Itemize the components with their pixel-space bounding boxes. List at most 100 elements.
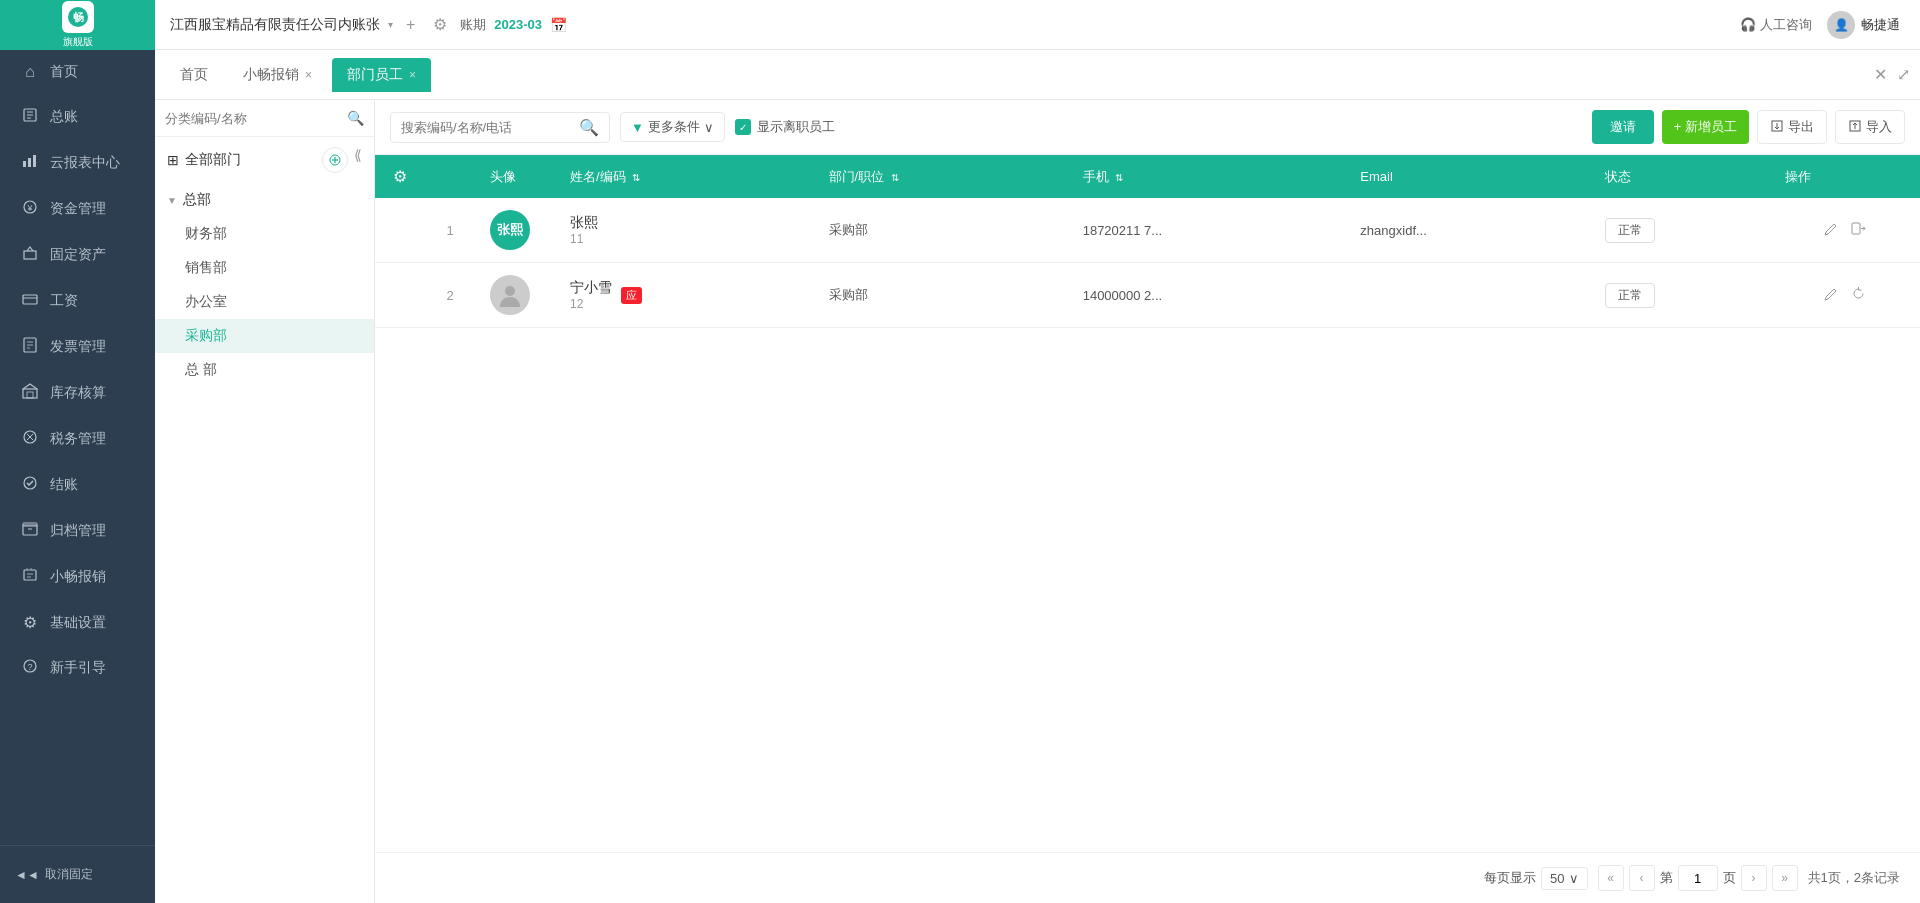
archive-icon [20,521,40,541]
last-page-btn[interactable]: » [1772,865,1798,891]
calendar-icon[interactable]: 📅 [550,17,567,33]
sidebar-item-settings[interactable]: ⚙ 基础设置 [0,600,155,645]
col-dept[interactable]: 部门/职位 ⇅ [814,155,1068,198]
filter-btn[interactable]: ▼ 更多条件 ∨ [620,112,725,142]
row1-dept: 采购部 [814,198,1068,263]
first-page-icon: « [1607,871,1614,885]
tab-home-label: 首页 [180,66,208,84]
row1-avatar-cell: 张熙 [475,198,555,263]
dept-node-purchase[interactable]: 采购部 [155,319,374,353]
col-phone[interactable]: 手机 ⇅ [1068,155,1346,198]
sidebar-label-archive: 归档管理 [50,522,106,540]
user-area[interactable]: 👤 畅捷通 [1827,11,1900,39]
dept-node-sales[interactable]: 销售部 [155,251,374,285]
col-email: Email [1345,155,1590,198]
prev-page-icon: ‹ [1640,871,1644,885]
tab-close-btn[interactable]: ✕ [1874,65,1887,84]
add-company-btn[interactable]: + [401,16,420,34]
support-btn[interactable]: 🎧 人工咨询 [1740,16,1812,34]
add-dept-btn[interactable] [322,147,348,173]
company-area: 江西服宝精品有限责任公司内账张 ▾ + ⚙ 账期 2023-03 📅 [155,15,582,34]
tab-department-label: 部门员工 [347,66,403,84]
dept-collapse-btn[interactable]: ⟪ [354,147,362,173]
sidebar-bottom: ◄◄ 取消固定 [0,845,155,903]
sidebar-item-ledger[interactable]: 总账 [0,94,155,140]
next-page-btn[interactable]: › [1741,865,1767,891]
sidebar-label-home: 首页 [50,63,78,81]
row1-edit-btn[interactable] [1824,221,1839,239]
row2-status: 正常 [1590,263,1770,328]
dept-node-general[interactable]: ▼ 总部 [155,183,374,217]
page-size-box[interactable]: 50 ∨ [1541,867,1587,890]
sidebar-item-reports[interactable]: 云报表中心 [0,140,155,186]
all-dept-label[interactable]: ⊞ 全部部门 [167,151,241,169]
row2-name-cell: 宁小雪 12 应 [555,263,814,328]
col-avatar: 头像 [475,155,555,198]
row1-logout-btn[interactable] [1851,221,1866,239]
sidebar-item-checkout[interactable]: 结账 [0,462,155,508]
dept-node-general2[interactable]: 总 部 [155,353,374,387]
table-row: 1 张熙 张熙 11 [375,198,1920,263]
company-name: 江西服宝精品有限责任公司内账张 [170,16,380,34]
sidebar-item-funds[interactable]: ¥ 资金管理 [0,186,155,232]
invite-btn[interactable]: 邀请 [1592,110,1654,144]
pin-icon: ◄◄ [15,868,39,882]
sidebar-item-invoice[interactable]: 发票管理 [0,324,155,370]
row2-actions [1770,263,1920,328]
company-settings-btn[interactable]: ⚙ [428,15,452,34]
sidebar-item-inventory[interactable]: 库存核算 [0,370,155,416]
first-page-btn[interactable]: « [1598,865,1624,891]
dept-search-icon[interactable]: 🔍 [347,110,364,126]
sidebar-item-expense[interactable]: 小畅报销 [0,554,155,600]
show-resigned-wrap: ✓ 显示离职员工 [735,118,835,136]
prev-page-btn[interactable]: ‹ [1629,865,1655,891]
table-settings-gear-icon[interactable]: ⚙ [393,168,407,185]
export-btn[interactable]: 导出 [1757,110,1827,144]
dept-node-office[interactable]: 办公室 [155,285,374,319]
top-right: 🎧 人工咨询 👤 畅捷通 [1740,11,1920,39]
emp-search-input[interactable] [401,120,579,135]
row2-refresh-btn[interactable] [1851,286,1866,304]
sidebar-item-salary[interactable]: 工资 [0,278,155,324]
sidebar-item-assets[interactable]: 固定资产 [0,232,155,278]
row2-edit-btn[interactable] [1824,286,1839,304]
svg-rect-12 [23,295,37,304]
tab-department[interactable]: 部门员工 × [332,58,431,92]
col-status: 状态 [1590,155,1770,198]
employee-panel: 🔍 ▼ 更多条件 ∨ ✓ 显示离职员工 邀请 + 新增员工 [375,100,1920,903]
col-settings[interactable]: ⚙ [375,155,425,198]
import-label: 导入 [1866,118,1892,136]
col-name[interactable]: 姓名/编码 ⇅ [555,155,814,198]
page-input[interactable] [1678,865,1718,891]
show-resigned-checkbox[interactable]: ✓ [735,119,751,135]
all-dept-text: 全部部门 [185,151,241,169]
cancel-fixed-btn[interactable]: ◄◄ 取消固定 [0,856,155,893]
emp-search-icon[interactable]: 🔍 [579,118,599,137]
dept-node-finance[interactable]: 财务部 [155,217,374,251]
tab-expand-btn[interactable]: ⤢ [1897,65,1910,84]
sidebar-item-home[interactable]: ⌂ 首页 [0,50,155,94]
company-dropdown-icon[interactable]: ▾ [388,19,393,30]
sidebar-item-guide[interactable]: ? 新手引导 [0,645,155,691]
sidebar-label-salary: 工资 [50,292,78,310]
tab-expense-close[interactable]: × [305,68,312,82]
import-btn[interactable]: 导入 [1835,110,1905,144]
svg-line-41 [1834,224,1836,226]
user-name: 畅捷通 [1861,16,1900,34]
sort-dept-icon: ⇅ [891,172,899,183]
sort-phone-icon: ⇅ [1115,172,1123,183]
col-num [425,155,475,198]
sidebar-item-tax[interactable]: 税务管理 [0,416,155,462]
employee-table: ⚙ 头像 姓名/编码 ⇅ 部门/职位 ⇅ [375,155,1920,328]
add-employee-btn[interactable]: + 新增员工 [1662,110,1749,144]
tab-expense[interactable]: 小畅报销 × [228,58,327,92]
tab-home[interactable]: 首页 [165,58,223,92]
dept-expand-icon: ▼ [167,195,177,206]
sidebar-item-archive[interactable]: 归档管理 [0,508,155,554]
row1-num: 1 [425,198,475,263]
dept-actions: ⟪ [322,147,362,173]
tab-department-close[interactable]: × [409,68,416,82]
dept-search-input[interactable] [165,111,342,126]
row1-phone: 18720211 7... [1068,198,1346,263]
period-value[interactable]: 2023-03 [494,17,542,32]
